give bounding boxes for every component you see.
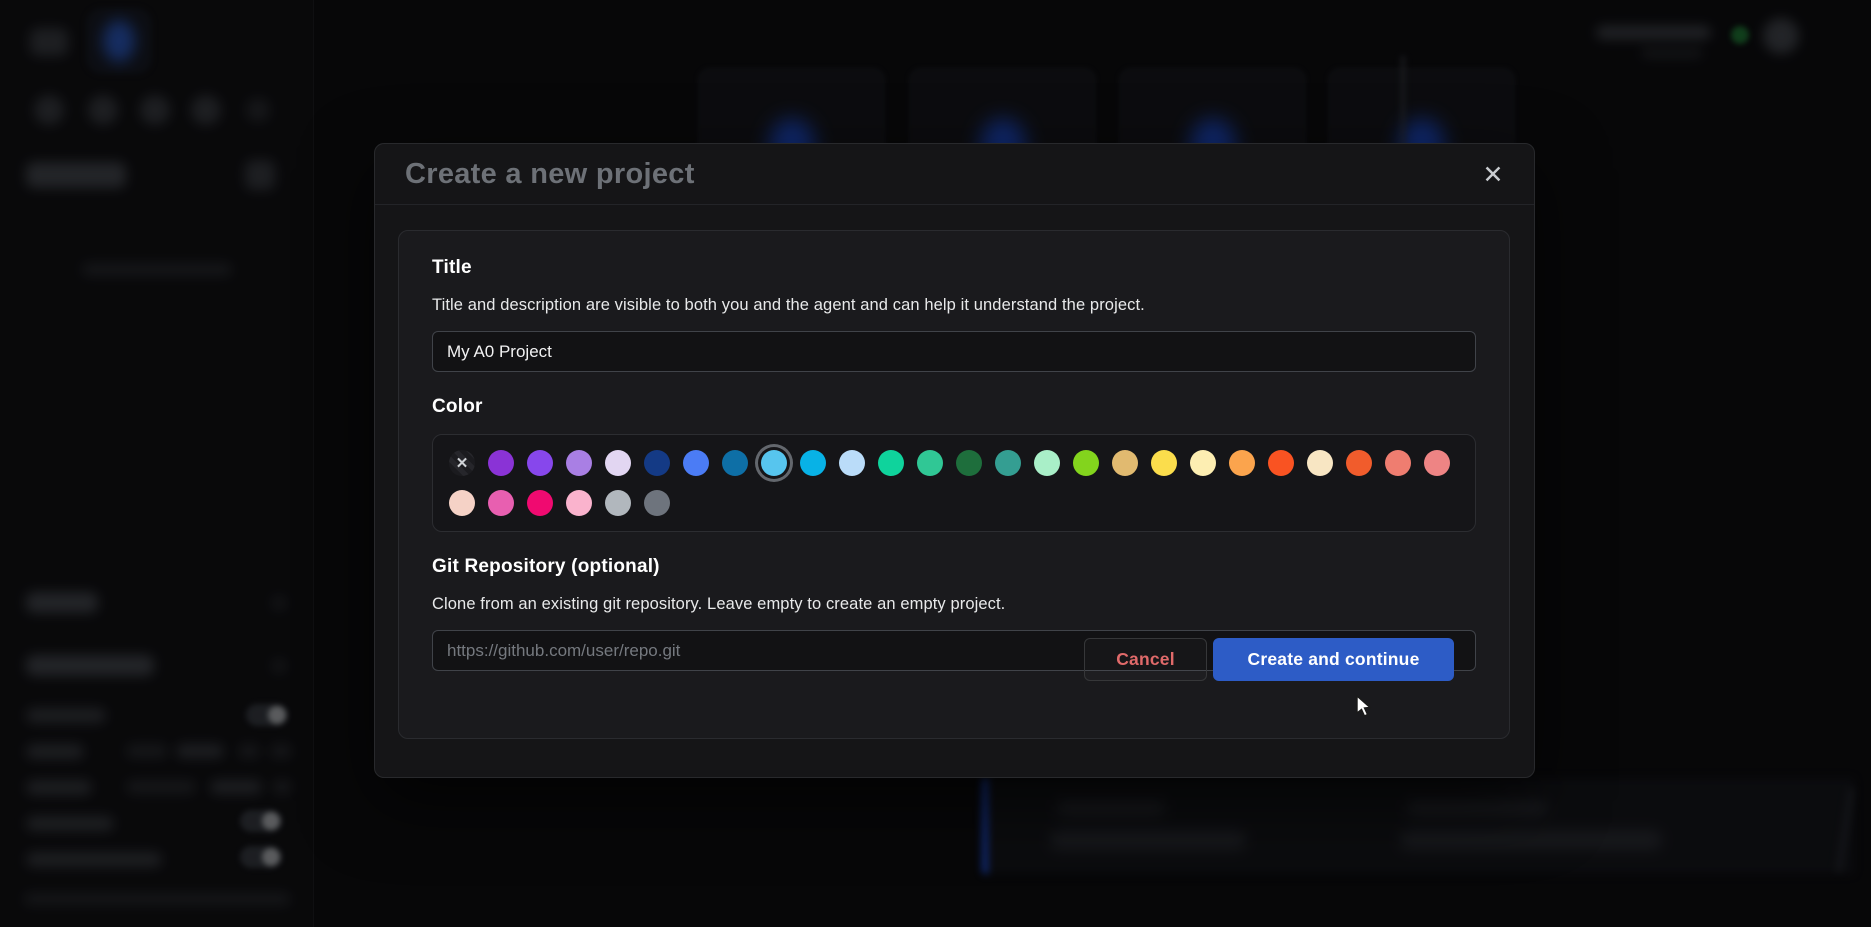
color-swatch-violet[interactable] <box>527 450 553 476</box>
color-swatch-red-orange[interactable] <box>1346 450 1372 476</box>
color-swatch-picker: ✕ <box>432 434 1476 532</box>
color-swatch-none[interactable]: ✕ <box>449 450 475 476</box>
modal-footer: Cancel Create and continue <box>1084 638 1454 681</box>
color-swatch-yellow[interactable] <box>1151 450 1177 476</box>
modal-title: Create a new project <box>405 157 695 190</box>
color-swatch-pale-peach[interactable] <box>449 490 475 516</box>
git-repo-description: Clone from an existing git repository. L… <box>432 595 1006 613</box>
color-swatch-pale-blue[interactable] <box>839 450 865 476</box>
color-swatch-navy[interactable] <box>644 450 670 476</box>
color-swatch-orange[interactable] <box>1229 450 1255 476</box>
close-icon[interactable]: ✕ <box>1476 158 1510 192</box>
color-swatch-purple[interactable] <box>488 450 514 476</box>
project-title-input[interactable] <box>432 331 1476 372</box>
color-swatch-cream[interactable] <box>1307 450 1333 476</box>
color-swatch-tan[interactable] <box>1112 450 1138 476</box>
color-swatch-lime[interactable] <box>1073 450 1099 476</box>
color-label: Color <box>432 396 483 417</box>
color-swatch-blue[interactable] <box>683 450 709 476</box>
title-description: Title and description are visible to bot… <box>432 296 1145 314</box>
color-swatch-forest-green[interactable] <box>956 450 982 476</box>
color-swatch-light-pink[interactable] <box>566 490 592 516</box>
modal-header: Create a new project ✕ <box>375 144 1534 205</box>
create-and-continue-button[interactable]: Create and continue <box>1213 638 1454 681</box>
color-swatch-coral-pink[interactable] <box>1424 450 1450 476</box>
color-swatch-orchid[interactable] <box>488 490 514 516</box>
color-swatch-pale-lavender[interactable] <box>605 450 631 476</box>
color-swatch-lavender[interactable] <box>566 450 592 476</box>
color-swatch-sea-green[interactable] <box>917 450 943 476</box>
color-swatch-ocean[interactable] <box>722 450 748 476</box>
modal-form-panel: Title Title and description are visible … <box>398 230 1510 739</box>
color-swatch-vermilion[interactable] <box>1268 450 1294 476</box>
color-swatch-teal[interactable] <box>995 450 1021 476</box>
color-swatch-light-gray[interactable] <box>605 490 631 516</box>
color-swatch-mint[interactable] <box>1034 450 1060 476</box>
title-label: Title <box>432 257 472 278</box>
color-swatch-sky[interactable] <box>761 450 787 476</box>
color-swatch-spring-green[interactable] <box>878 450 904 476</box>
color-swatch-cyan[interactable] <box>800 450 826 476</box>
app-root: Create a new project ✕ Title Title and d… <box>0 0 1871 927</box>
color-swatch-pale-yellow[interactable] <box>1190 450 1216 476</box>
color-swatch-salmon[interactable] <box>1385 450 1411 476</box>
color-swatch-slate-gray[interactable] <box>644 490 670 516</box>
create-project-modal: Create a new project ✕ Title Title and d… <box>374 143 1535 778</box>
color-swatch-hot-pink[interactable] <box>527 490 553 516</box>
git-repo-label: Git Repository (optional) <box>432 556 660 577</box>
cancel-button[interactable]: Cancel <box>1084 638 1207 681</box>
